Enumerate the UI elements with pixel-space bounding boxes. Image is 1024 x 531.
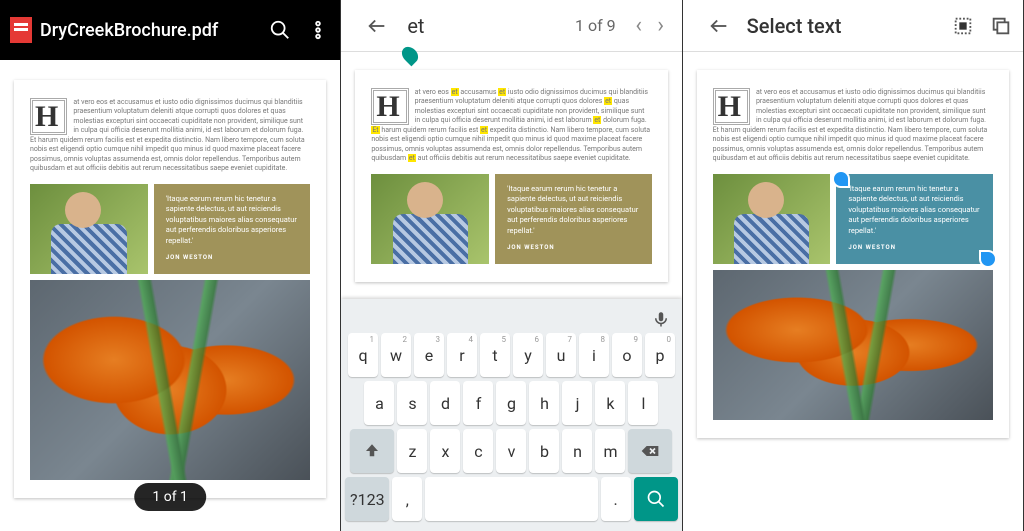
person-photo (30, 184, 148, 274)
key-c[interactable]: c (463, 429, 493, 473)
key-e[interactable]: e3 (414, 333, 444, 377)
key-m[interactable]: m (595, 429, 625, 473)
person-photo (713, 174, 831, 264)
key-w[interactable]: w2 (381, 333, 411, 377)
pdf-viewer-toolbar: DryCreekBrochure.pdf (0, 0, 340, 60)
key-y[interactable]: y6 (513, 333, 543, 377)
key-t[interactable]: t5 (480, 333, 510, 377)
pull-quote: 'Itaque earum rerum hic tenetur a sapien… (495, 174, 652, 264)
mic-icon[interactable] (652, 310, 670, 328)
pdf-page[interactable]: H at vero eos et accusamus et iusto odio… (14, 80, 326, 498)
key-g[interactable]: g (496, 381, 526, 425)
key-u[interactable]: u7 (546, 333, 576, 377)
backspace-key[interactable] (628, 429, 672, 473)
text-selection-toolbar: Select text (683, 0, 1023, 52)
key-z[interactable]: z (397, 429, 427, 473)
symbols-key[interactable]: ?123 (345, 477, 389, 521)
find-in-page-toolbar: et 1 of 9 ‹ › (341, 0, 681, 52)
pdf-page[interactable]: H at vero eos et accusamus et iusto odio… (697, 70, 1009, 438)
key-k[interactable]: k (595, 381, 625, 425)
search-result-count: 1 of 9 (575, 16, 616, 35)
search-icon[interactable] (268, 18, 292, 42)
shift-key[interactable] (350, 429, 394, 473)
drop-cap: H (30, 98, 67, 135)
suggestion-bar (345, 305, 677, 333)
key-a[interactable]: a (364, 381, 394, 425)
drop-cap: H (713, 88, 750, 125)
more-options-icon[interactable] (306, 18, 330, 42)
next-result-icon[interactable]: › (650, 13, 672, 38)
key-r[interactable]: r4 (447, 333, 477, 377)
quote-author: JON WESTON (507, 244, 640, 252)
key-v[interactable]: v (496, 429, 526, 473)
carrots-photo (30, 280, 310, 480)
key-d[interactable]: d (430, 381, 460, 425)
quote-author: JON WESTON (166, 254, 299, 262)
body-paragraph: at vero eos et accusamus et iusto odio d… (713, 88, 988, 162)
key-q[interactable]: q1 (348, 333, 378, 377)
virtual-keyboard: q1w2e3r4t5y6u7i8o9p0 asdfghjkl zxcvbnm ?… (341, 299, 681, 531)
key-s[interactable]: s (397, 381, 427, 425)
copy-icon[interactable] (989, 14, 1013, 38)
key-b[interactable]: b (529, 429, 559, 473)
back-icon[interactable] (365, 14, 389, 38)
body-paragraph-highlighted: at vero eos et accusamus et iusto odio d… (371, 88, 650, 162)
search-input[interactable]: et (407, 14, 575, 38)
selection-mode-title: Select text (747, 14, 937, 38)
page-indicator: 1 of 1 (134, 483, 206, 511)
search-submit-key[interactable] (634, 477, 678, 521)
key-i[interactable]: i8 (579, 333, 609, 377)
body-paragraph: at vero eos et accusamus et iusto odio d… (30, 98, 305, 172)
key-f[interactable]: f (463, 381, 493, 425)
quote-author: JON WESTON (848, 244, 981, 252)
carrots-photo (713, 270, 993, 420)
prev-result-icon[interactable]: ‹ (628, 13, 650, 38)
key-p[interactable]: p0 (645, 333, 675, 377)
key-o[interactable]: o9 (612, 333, 642, 377)
back-icon[interactable] (707, 14, 731, 38)
pull-quote-selected[interactable]: 'Itaque earum rerum hic tenetur a sapien… (836, 174, 993, 264)
key-n[interactable]: n (562, 429, 592, 473)
period-key[interactable]: . (601, 477, 631, 521)
key-j[interactable]: j (562, 381, 592, 425)
drop-cap: H (371, 88, 408, 125)
pdf-file-icon (10, 17, 32, 43)
key-h[interactable]: h (529, 381, 559, 425)
pdf-page[interactable]: H at vero eos et accusamus et iusto odio… (355, 70, 667, 282)
person-photo (371, 174, 489, 264)
document-filename: DryCreekBrochure.pdf (40, 20, 254, 41)
pull-quote: 'Itaque earum rerum hic tenetur a sapien… (154, 184, 311, 274)
key-l[interactable]: l (628, 381, 658, 425)
key-x[interactable]: x (430, 429, 460, 473)
select-all-icon[interactable] (951, 14, 975, 38)
space-key[interactable] (425, 477, 597, 521)
comma-key[interactable]: , (392, 477, 422, 521)
